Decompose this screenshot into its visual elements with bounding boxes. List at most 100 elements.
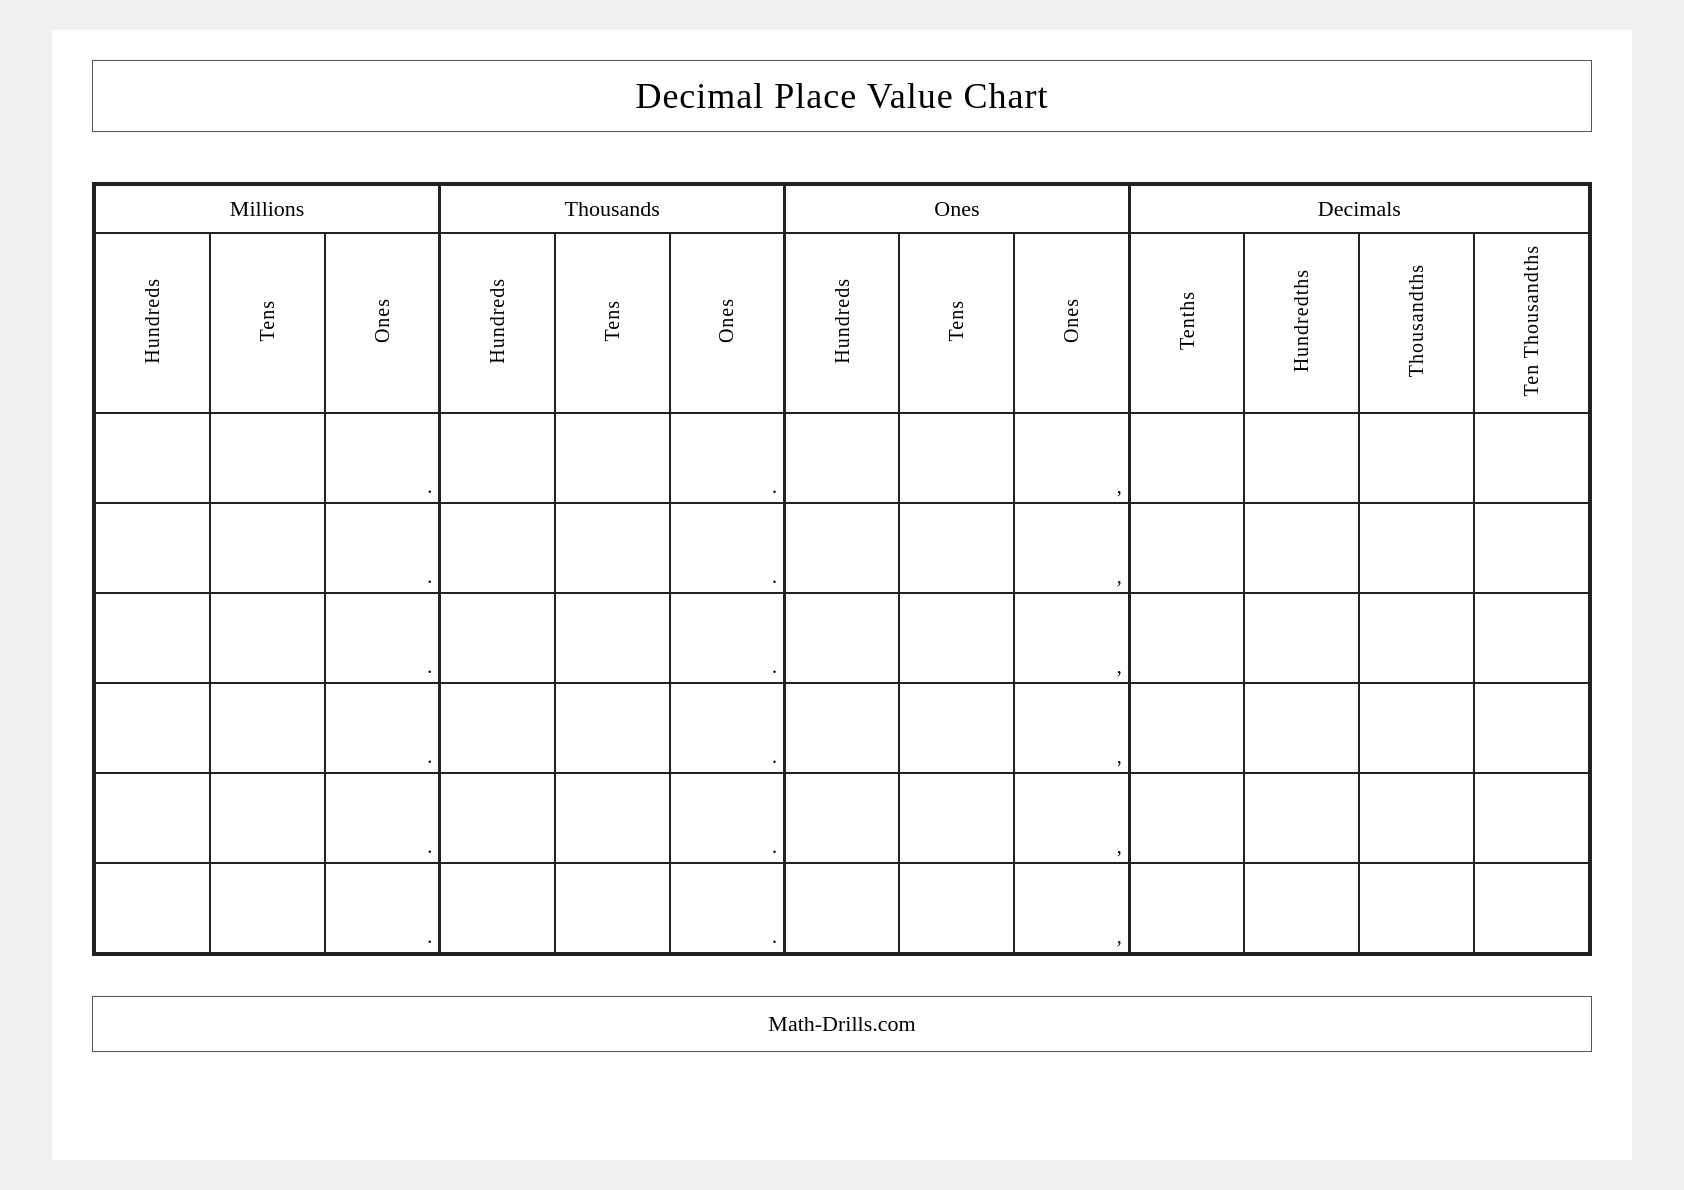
group-thousands: Thousands (440, 185, 785, 233)
cell[interactable] (1129, 773, 1244, 863)
cell[interactable] (95, 863, 210, 953)
cell[interactable] (440, 773, 555, 863)
table-row: . . , (95, 593, 1589, 683)
cell[interactable] (555, 593, 670, 683)
cell[interactable]: . (670, 863, 785, 953)
cell[interactable] (1359, 503, 1474, 593)
cell[interactable]: , (1014, 413, 1129, 503)
cell[interactable] (1129, 413, 1244, 503)
cell[interactable]: , (1014, 593, 1129, 683)
cell[interactable] (555, 503, 670, 593)
col-th-ones: Ones (670, 233, 785, 413)
col-o-hundreds: Hundreds (785, 233, 900, 413)
cell[interactable] (95, 413, 210, 503)
cell[interactable] (1244, 413, 1359, 503)
cell[interactable]: , (1014, 683, 1129, 773)
cell[interactable] (1244, 683, 1359, 773)
group-millions: Millions (95, 185, 440, 233)
cell[interactable] (1359, 773, 1474, 863)
col-o-ones: Ones (1014, 233, 1129, 413)
cell[interactable] (785, 683, 900, 773)
cell[interactable] (210, 773, 325, 863)
cell[interactable]: . (670, 503, 785, 593)
cell[interactable] (1244, 863, 1359, 953)
cell[interactable] (899, 863, 1014, 953)
col-m-hundreds: Hundreds (95, 233, 210, 413)
group-ones: Ones (785, 185, 1130, 233)
cell[interactable] (95, 503, 210, 593)
cell[interactable]: . (325, 593, 440, 683)
cell[interactable]: . (670, 413, 785, 503)
col-d-thousandths: Thousandths (1359, 233, 1474, 413)
cell[interactable] (1129, 503, 1244, 593)
cell[interactable] (785, 413, 900, 503)
title-box: Decimal Place Value Chart (92, 60, 1592, 132)
chart-container: Millions Thousands Ones Decimals Hundred… (92, 182, 1592, 956)
cell[interactable] (210, 683, 325, 773)
cell[interactable] (95, 593, 210, 683)
col-m-ones: Ones (325, 233, 440, 413)
cell[interactable]: . (670, 773, 785, 863)
cell[interactable] (1359, 863, 1474, 953)
cell[interactable]: , (1014, 773, 1129, 863)
cell[interactable]: . (670, 683, 785, 773)
cell[interactable]: , (1014, 863, 1129, 953)
cell[interactable]: . (325, 773, 440, 863)
cell[interactable]: . (325, 413, 440, 503)
cell[interactable] (555, 683, 670, 773)
col-m-tens: Tens (210, 233, 325, 413)
cell[interactable] (1359, 413, 1474, 503)
cell[interactable] (95, 773, 210, 863)
cell[interactable] (1474, 593, 1589, 683)
cell[interactable] (210, 503, 325, 593)
cell[interactable] (1244, 773, 1359, 863)
cell[interactable]: . (325, 683, 440, 773)
cell[interactable] (1244, 593, 1359, 683)
cell[interactable]: , (1014, 503, 1129, 593)
cell[interactable] (1474, 683, 1589, 773)
cell[interactable] (440, 683, 555, 773)
cell[interactable] (899, 773, 1014, 863)
cell[interactable] (1474, 503, 1589, 593)
cell[interactable] (1359, 683, 1474, 773)
col-d-tenths: Tenths (1129, 233, 1244, 413)
cell[interactable]: . (325, 863, 440, 953)
cell[interactable] (440, 503, 555, 593)
cell[interactable]: . (670, 593, 785, 683)
cell[interactable] (95, 683, 210, 773)
cell[interactable] (899, 683, 1014, 773)
cell[interactable] (899, 593, 1014, 683)
cell[interactable] (1129, 683, 1244, 773)
cell[interactable] (1129, 593, 1244, 683)
cell[interactable] (1129, 863, 1244, 953)
table-row: . . , (95, 773, 1589, 863)
cell[interactable] (210, 863, 325, 953)
cell[interactable] (555, 413, 670, 503)
table-row: . . , (95, 413, 1589, 503)
cell[interactable] (785, 773, 900, 863)
cell[interactable] (210, 413, 325, 503)
table-row: . . , (95, 863, 1589, 953)
cell[interactable] (1359, 593, 1474, 683)
cell[interactable] (785, 503, 900, 593)
cell[interactable] (1474, 773, 1589, 863)
cell[interactable] (899, 413, 1014, 503)
cell[interactable] (1474, 413, 1589, 503)
cell[interactable] (440, 863, 555, 953)
cell[interactable] (785, 593, 900, 683)
cell[interactable] (899, 503, 1014, 593)
cell[interactable] (1474, 863, 1589, 953)
cell[interactable] (440, 413, 555, 503)
cell[interactable] (210, 593, 325, 683)
cell[interactable]: . (325, 503, 440, 593)
col-header-row: Hundreds Tens Ones Hundreds Tens Ones Hu… (95, 233, 1589, 413)
cell[interactable] (555, 863, 670, 953)
cell[interactable] (555, 773, 670, 863)
cell[interactable] (785, 863, 900, 953)
table-row: . . , (95, 503, 1589, 593)
group-header-row: Millions Thousands Ones Decimals (95, 185, 1589, 233)
place-value-table: Millions Thousands Ones Decimals Hundred… (94, 184, 1590, 954)
cell[interactable] (440, 593, 555, 683)
page: Decimal Place Value Chart Millions Thous… (52, 30, 1632, 1160)
cell[interactable] (1244, 503, 1359, 593)
